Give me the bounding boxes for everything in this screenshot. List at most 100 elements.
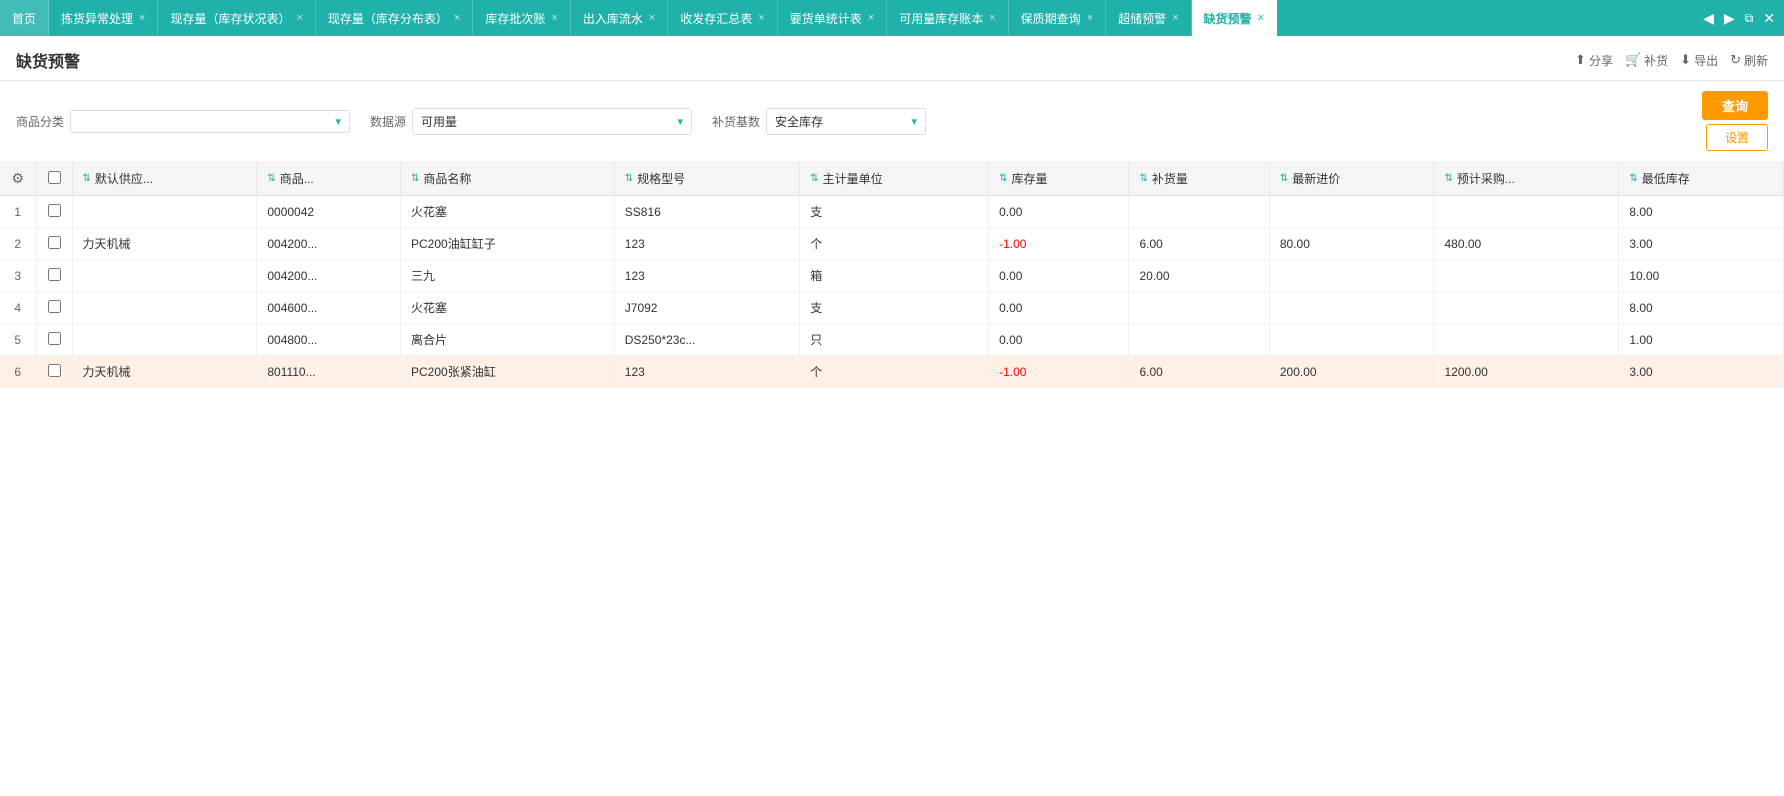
filter-actions: 查询 设置 — [1702, 91, 1768, 151]
row-select-3[interactable] — [48, 268, 61, 281]
th-stock[interactable]: ⇅ 库存量 — [989, 162, 1129, 196]
row-checkbox-3[interactable] — [36, 260, 72, 292]
tab-flow[interactable]: 出入库流水 × — [571, 0, 668, 36]
th-gear[interactable]: ⚙ — [0, 162, 36, 196]
row-latest-price-5 — [1269, 324, 1434, 356]
row-no-6: 6 — [0, 356, 36, 388]
row-name-5: 离合片 — [401, 324, 615, 356]
table-row: 2 力天机械 004200... PC200油缸缸子 123 个 -1.00 6… — [0, 228, 1784, 260]
tab-expiry[interactable]: 保质期查询 × — [1009, 0, 1106, 36]
th-checkbox — [36, 162, 72, 196]
tab-restore-btn[interactable]: ⧉ — [1740, 9, 1759, 28]
row-select-6[interactable] — [48, 364, 61, 377]
row-checkbox-2[interactable] — [36, 228, 72, 260]
tab-batch-account-close[interactable]: × — [551, 12, 557, 24]
tab-inventory-dist-close[interactable]: × — [454, 12, 460, 24]
row-select-1[interactable] — [48, 204, 61, 217]
th-default-supplier[interactable]: ⇅ 默认供应... — [72, 162, 257, 196]
tab-expiry-close[interactable]: × — [1087, 12, 1093, 24]
tab-inventory-status-close[interactable]: × — [296, 12, 302, 24]
row-name-1: 火花塞 — [401, 196, 615, 228]
row-latest-price-4 — [1269, 292, 1434, 324]
th-latest-price[interactable]: ⇅ 最新进价 — [1269, 162, 1434, 196]
row-stock-3: 0.00 — [989, 260, 1129, 292]
row-checkbox-5[interactable] — [36, 324, 72, 356]
row-checkbox-4[interactable] — [36, 292, 72, 324]
row-no-2: 2 — [0, 228, 36, 260]
tab-abnormal-close[interactable]: × — [139, 12, 145, 24]
replenish-base-label: 补货基数 — [712, 113, 760, 130]
row-estimated-purchase-3 — [1434, 260, 1619, 292]
table-body: 1 0000042 火花塞 SS816 支 0.00 8.00 2 力天机械 0… — [0, 196, 1784, 388]
th-replenish-qty[interactable]: ⇅ 补货量 — [1129, 162, 1269, 196]
table-row: 5 004800... 离合片 DS250*23c... 只 0.00 1.00 — [0, 324, 1784, 356]
datasource-select[interactable]: 可用量 ▾ — [412, 108, 692, 135]
th-min-stock[interactable]: ⇅ 最低库存 — [1619, 162, 1784, 196]
tab-available-ledger[interactable]: 可用量库存账本 × — [887, 0, 1008, 36]
row-select-5[interactable] — [48, 332, 61, 345]
tab-shortage[interactable]: 缺货预警 × — [1192, 0, 1277, 36]
th-product-name[interactable]: ⇅ 商品名称 — [401, 162, 615, 196]
row-name-6: PC200张紧油缸 — [401, 356, 615, 388]
th-unit[interactable]: ⇅ 主计量单位 — [800, 162, 989, 196]
row-no-5: 5 — [0, 324, 36, 356]
tab-shortage-close[interactable]: × — [1258, 12, 1264, 24]
refresh-button[interactable]: ↻ 刷新 — [1730, 52, 1768, 69]
refresh-icon: ↻ — [1730, 52, 1741, 68]
replenish-base-select[interactable]: 安全库存 ▾ — [766, 108, 926, 135]
row-stock-5: 0.00 — [989, 324, 1129, 356]
row-checkbox-1[interactable] — [36, 196, 72, 228]
setting-button[interactable]: 设置 — [1706, 124, 1768, 151]
sort-icon-unit: ⇅ — [810, 173, 818, 184]
tab-home[interactable]: 首页 — [0, 0, 49, 36]
query-button[interactable]: 查询 — [1702, 91, 1768, 120]
tab-nav-next[interactable]: ▶ — [1719, 8, 1740, 29]
sort-icon-spec: ⇅ — [625, 173, 633, 184]
row-select-4[interactable] — [48, 300, 61, 313]
tab-demand-stats-close[interactable]: × — [868, 12, 874, 24]
tab-inventory-dist[interactable]: 现存量（库存分布表） × — [316, 0, 473, 36]
tab-receipt-summary-close[interactable]: × — [758, 12, 764, 24]
row-checkbox-6[interactable] — [36, 356, 72, 388]
sort-icon-replenish: ⇅ — [1139, 173, 1147, 184]
row-min-stock-1: 8.00 — [1619, 196, 1784, 228]
share-button[interactable]: ⬆ 分享 — [1575, 52, 1613, 69]
row-supplier-2: 力天机械 — [72, 228, 257, 260]
sort-icon-stock: ⇅ — [999, 173, 1007, 184]
tab-receipt-summary[interactable]: 收发存汇总表 × — [668, 0, 777, 36]
tab-nav-buttons: ◀ ▶ ⧉ ✕ — [1694, 8, 1784, 29]
sort-icon-estimated: ⇅ — [1444, 173, 1452, 184]
tab-inventory-status[interactable]: 现存量（库存状况表） × — [158, 0, 315, 36]
tab-batch-account[interactable]: 库存批次账 × — [473, 0, 570, 36]
tab-nav-prev[interactable]: ◀ — [1698, 8, 1719, 29]
export-button[interactable]: ⬇ 导出 — [1680, 52, 1718, 69]
row-code-5: 004800... — [257, 324, 401, 356]
th-estimated-purchase[interactable]: ⇅ 预计采购... — [1434, 162, 1619, 196]
tab-abnormal[interactable]: 拣货异常处理 × — [49, 0, 158, 36]
row-select-2[interactable] — [48, 236, 61, 249]
tab-available-ledger-close[interactable]: × — [989, 12, 995, 24]
th-spec[interactable]: ⇅ 规格型号 — [614, 162, 799, 196]
row-supplier-1 — [72, 196, 257, 228]
select-all-checkbox[interactable] — [48, 171, 61, 184]
replenish-button[interactable]: 🛒 补货 — [1625, 52, 1668, 69]
share-icon: ⬆ — [1575, 52, 1586, 68]
sort-icon-min-stock: ⇅ — [1629, 173, 1637, 184]
column-settings-icon[interactable]: ⚙ — [11, 170, 24, 187]
tab-close-all-btn[interactable]: ✕ — [1758, 8, 1780, 29]
row-min-stock-5: 1.00 — [1619, 324, 1784, 356]
page-container: 缺货预警 ⬆ 分享 🛒 补货 ⬇ 导出 ↻ 刷新 商品分类 — [0, 36, 1784, 796]
row-replenish-qty-4 — [1129, 292, 1269, 324]
row-code-1: 0000042 — [257, 196, 401, 228]
row-code-2: 004200... — [257, 228, 401, 260]
th-product-code[interactable]: ⇅ 商品... — [257, 162, 401, 196]
tab-demand-stats[interactable]: 要货单统计表 × — [778, 0, 887, 36]
tab-flow-close[interactable]: × — [649, 12, 655, 24]
category-select[interactable]: ▾ — [70, 110, 350, 133]
page-header: 缺货预警 ⬆ 分享 🛒 补货 ⬇ 导出 ↻ 刷新 — [0, 36, 1784, 81]
row-estimated-purchase-5 — [1434, 324, 1619, 356]
tab-overstock[interactable]: 超储预警 × — [1106, 0, 1191, 36]
tab-overstock-close[interactable]: × — [1172, 12, 1178, 24]
row-no-4: 4 — [0, 292, 36, 324]
filter-replenish-base-group: 补货基数 安全库存 ▾ — [712, 108, 926, 135]
